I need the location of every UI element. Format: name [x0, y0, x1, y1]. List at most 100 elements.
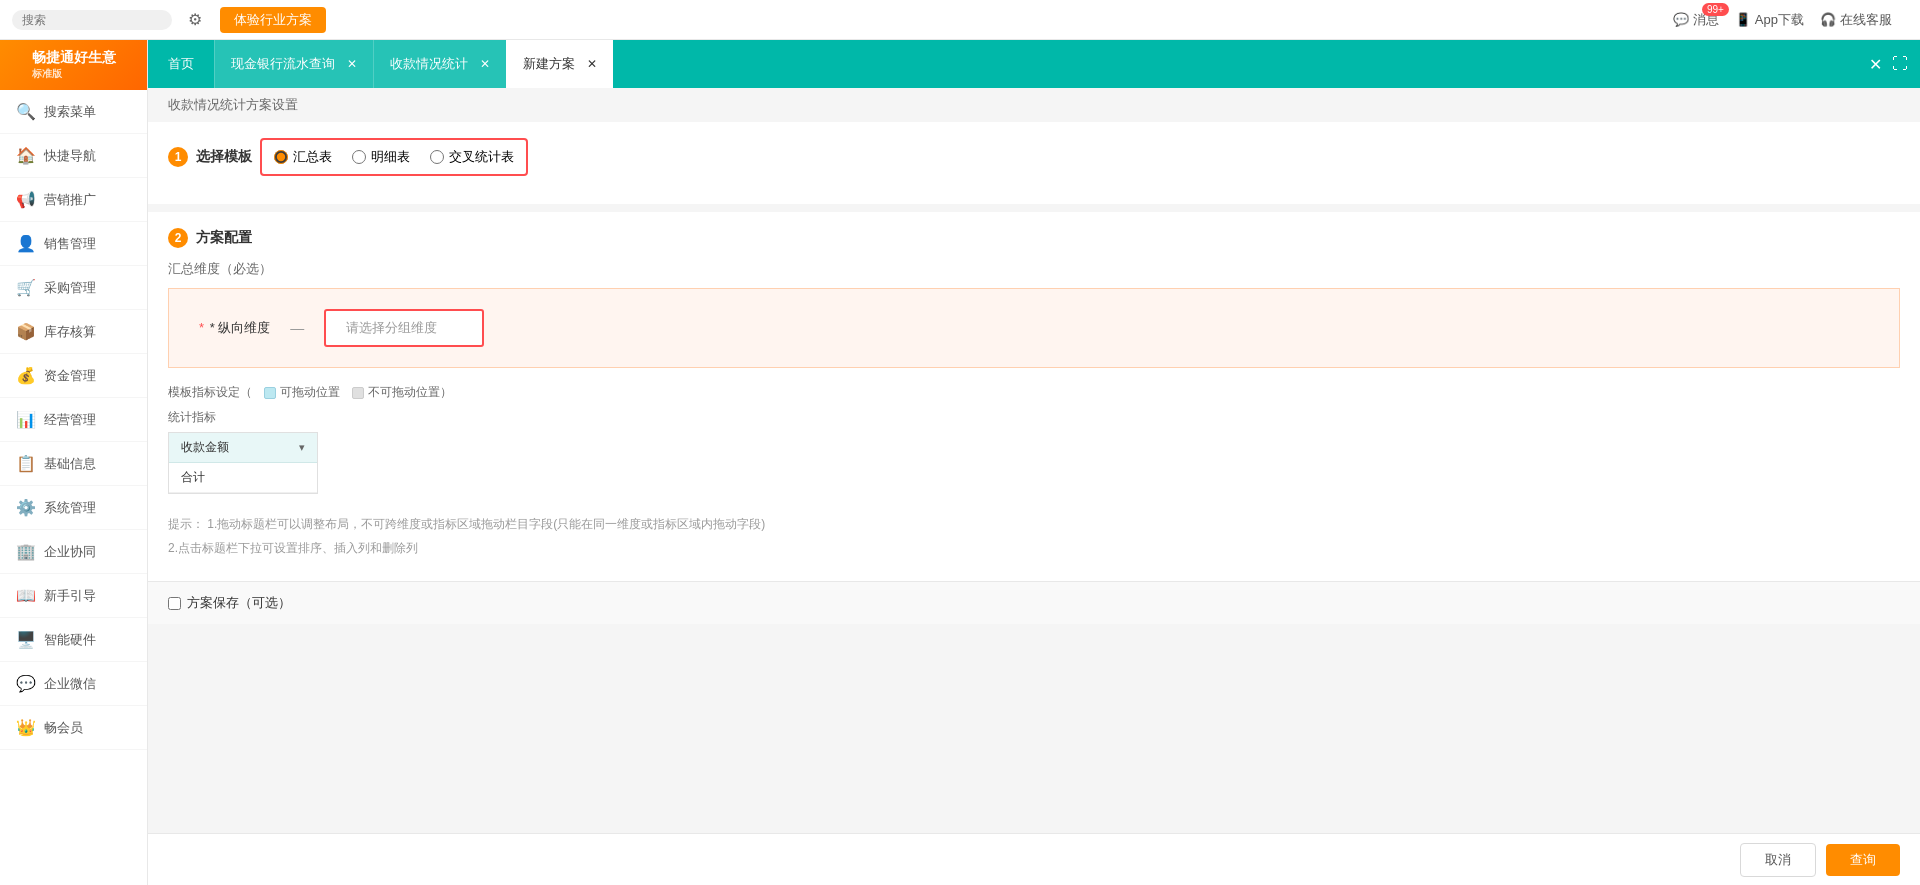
tab-close-icon[interactable]: ✕	[1869, 55, 1882, 74]
dimension-selector[interactable]: 请选择分组维度	[324, 309, 484, 347]
bottom-section: 方案保存（可选）	[148, 581, 1920, 624]
search-menu-icon: 🔍	[16, 102, 36, 121]
sidebar-item-enterprise[interactable]: 🏢 企业协同	[0, 530, 147, 574]
gear-icon[interactable]: ⚙	[188, 10, 202, 29]
trial-button[interactable]: 体验行业方案	[220, 7, 326, 33]
inventory-icon: 📦	[16, 322, 36, 341]
tab-collection[interactable]: 收款情况统计 ✕	[373, 40, 506, 88]
tab-collection-close[interactable]: ✕	[480, 57, 490, 71]
tab-cashbank-close[interactable]: ✕	[347, 57, 357, 71]
download-button[interactable]: 📱 App下载	[1735, 11, 1804, 29]
tab-newplan[interactable]: 新建方案 ✕	[506, 40, 613, 88]
query-button[interactable]: 查询	[1826, 844, 1900, 876]
sidebar-item-hardware[interactable]: 🖥️ 智能硬件	[0, 618, 147, 662]
purchase-icon: 🛒	[16, 278, 36, 297]
metrics-header: 收款金额 ▾	[169, 433, 317, 463]
step2-title: 方案配置	[196, 229, 252, 247]
sidebar-item-member[interactable]: 👑 畅会员	[0, 706, 147, 750]
tab-maximize-icon[interactable]: ⛶	[1892, 55, 1908, 73]
step2-section: 2 方案配置 汇总维度（必选） * * 纵向维度 — 请选择分组维度	[148, 212, 1920, 581]
template-radio-group: 汇总表 明细表 交叉统计表	[260, 138, 528, 176]
metrics-section: 模板指标设定（ 可拖动位置 不可拖动位置） 统计指标 收款	[168, 384, 1900, 494]
tab-cashbank[interactable]: 现金银行流水查询 ✕	[214, 40, 373, 88]
footer-bar: 取消 查询	[148, 833, 1920, 885]
sidebar-item-search[interactable]: 🔍 搜索菜单	[0, 90, 147, 134]
step1-label: 1 选择模板 汇总表 明细表 交叉统计表	[168, 138, 1900, 176]
metrics-cell-total: 合计	[169, 463, 317, 493]
basic-icon: 📋	[16, 454, 36, 473]
finance-icon: 💰	[16, 366, 36, 385]
dimension-area: * * 纵向维度 — 请选择分组维度	[168, 288, 1900, 368]
tab-bar-actions: ✕ ⛶	[1869, 55, 1920, 74]
sidebar-item-marketing[interactable]: 📢 营销推广	[0, 178, 147, 222]
member-icon: 👑	[16, 718, 36, 737]
sidebar-item-inventory[interactable]: 📦 库存核算	[0, 310, 147, 354]
sales-icon: 👤	[16, 234, 36, 253]
required-star: *	[199, 320, 204, 335]
download-icon: 📱	[1735, 12, 1751, 27]
radio-mingxi-input[interactable]	[352, 150, 366, 164]
step1-title: 选择模板	[196, 148, 252, 166]
dimension-section-title: 汇总维度（必选）	[168, 260, 1900, 278]
message-button[interactable]: 💬 消息 99+	[1673, 11, 1719, 29]
top-bar: ⚙ 体验行业方案 💬 消息 99+ 📱 App下载 🎧 在线客服	[0, 0, 1920, 40]
sidebar-item-guide[interactable]: 📖 新手引导	[0, 574, 147, 618]
logo-text: 畅捷通好生意	[32, 49, 116, 67]
tab-newplan-close[interactable]: ✕	[587, 57, 597, 71]
save-option[interactable]: 方案保存（可选）	[168, 594, 291, 612]
tab-home[interactable]: 首页	[148, 40, 214, 88]
sidebar: 畅捷通好生意 标准版 🔍 搜索菜单 🏠 快捷导航 📢 营销推广 👤 销售管理 🛒…	[0, 40, 148, 885]
sidebar-item-management[interactable]: 📊 经营管理	[0, 398, 147, 442]
service-button[interactable]: 🎧 在线客服	[1820, 11, 1892, 29]
sidebar-item-nav[interactable]: 🏠 快捷导航	[0, 134, 147, 178]
step1-section: 1 选择模板 汇总表 明细表 交叉统计表	[148, 122, 1920, 204]
radio-mingxi[interactable]: 明细表	[352, 148, 410, 166]
sidebar-item-purchase[interactable]: 🛒 采购管理	[0, 266, 147, 310]
message-badge: 99+	[1702, 3, 1729, 16]
step1-num: 1	[168, 147, 188, 167]
wechat-icon: 💬	[16, 674, 36, 693]
step2-num: 2	[168, 228, 188, 248]
logo-sub: 标准版	[32, 67, 116, 81]
dim-arrow-icon: —	[290, 320, 304, 336]
sidebar-item-system[interactable]: ⚙️ 系统管理	[0, 486, 147, 530]
radio-huizong[interactable]: 汇总表	[274, 148, 332, 166]
marketing-icon: 📢	[16, 190, 36, 209]
fixed-dot	[352, 387, 364, 399]
top-bar-left: ⚙ 体验行业方案	[12, 7, 326, 33]
metrics-table: 收款金额 ▾ 合计	[168, 432, 318, 494]
page-title-bar: 收款情况统计方案设置	[148, 88, 1920, 122]
main-layout: 畅捷通好生意 标准版 🔍 搜索菜单 🏠 快捷导航 📢 营销推广 👤 销售管理 🛒…	[0, 40, 1920, 885]
sidebar-item-wechat[interactable]: 💬 企业微信	[0, 662, 147, 706]
sidebar-item-basic[interactable]: 📋 基础信息	[0, 442, 147, 486]
page-title: 收款情况统计方案设置	[168, 97, 298, 112]
content-area: 首页 现金银行流水查询 ✕ 收款情况统计 ✕ 新建方案 ✕ ✕ ⛶ 收款情况统计…	[148, 40, 1920, 885]
save-checkbox-input[interactable]	[168, 597, 181, 610]
metrics-group-label: 统计指标	[168, 409, 1900, 426]
tab-bar: 首页 现金银行流水查询 ✕ 收款情况统计 ✕ 新建方案 ✕ ✕ ⛶	[148, 40, 1920, 88]
draggable-legend: 可拖动位置	[264, 384, 340, 401]
sidebar-item-finance[interactable]: 💰 资金管理	[0, 354, 147, 398]
hint2: 2.点击标题栏下拉可设置排序、插入列和删除列	[168, 538, 1900, 560]
cancel-button[interactable]: 取消	[1740, 843, 1816, 877]
message-icon: 💬	[1673, 12, 1689, 27]
enterprise-icon: 🏢	[16, 542, 36, 561]
step2-label: 2 方案配置	[168, 228, 1900, 248]
service-icon: 🎧	[1820, 12, 1836, 27]
hints-section: 提示： 1.拖动标题栏可以调整布局，不可跨维度或指标区域拖动栏目字段(只能在同一…	[168, 514, 1900, 559]
sidebar-logo: 畅捷通好生意 标准版	[0, 40, 147, 90]
guide-icon: 📖	[16, 586, 36, 605]
page-content: 收款情况统计方案设置 1 选择模板 汇总表 明细表	[148, 88, 1920, 833]
fixed-legend: 不可拖动位置）	[352, 384, 452, 401]
search-input[interactable]	[12, 10, 172, 30]
hardware-icon: 🖥️	[16, 630, 36, 649]
sidebar-item-sales[interactable]: 👤 销售管理	[0, 222, 147, 266]
hint1: 提示： 1.拖动标题栏可以调整布局，不可跨维度或指标区域拖动栏目字段(只能在同一…	[168, 514, 1900, 536]
radio-huizong-input[interactable]	[274, 150, 288, 164]
radio-jiaocha-input[interactable]	[430, 150, 444, 164]
home-icon: 🏠	[16, 146, 36, 165]
radio-jiaocha[interactable]: 交叉统计表	[430, 148, 514, 166]
system-icon: ⚙️	[16, 498, 36, 517]
dim-row-label: * * 纵向维度	[199, 319, 270, 337]
metrics-dropdown-icon[interactable]: ▾	[299, 441, 305, 454]
